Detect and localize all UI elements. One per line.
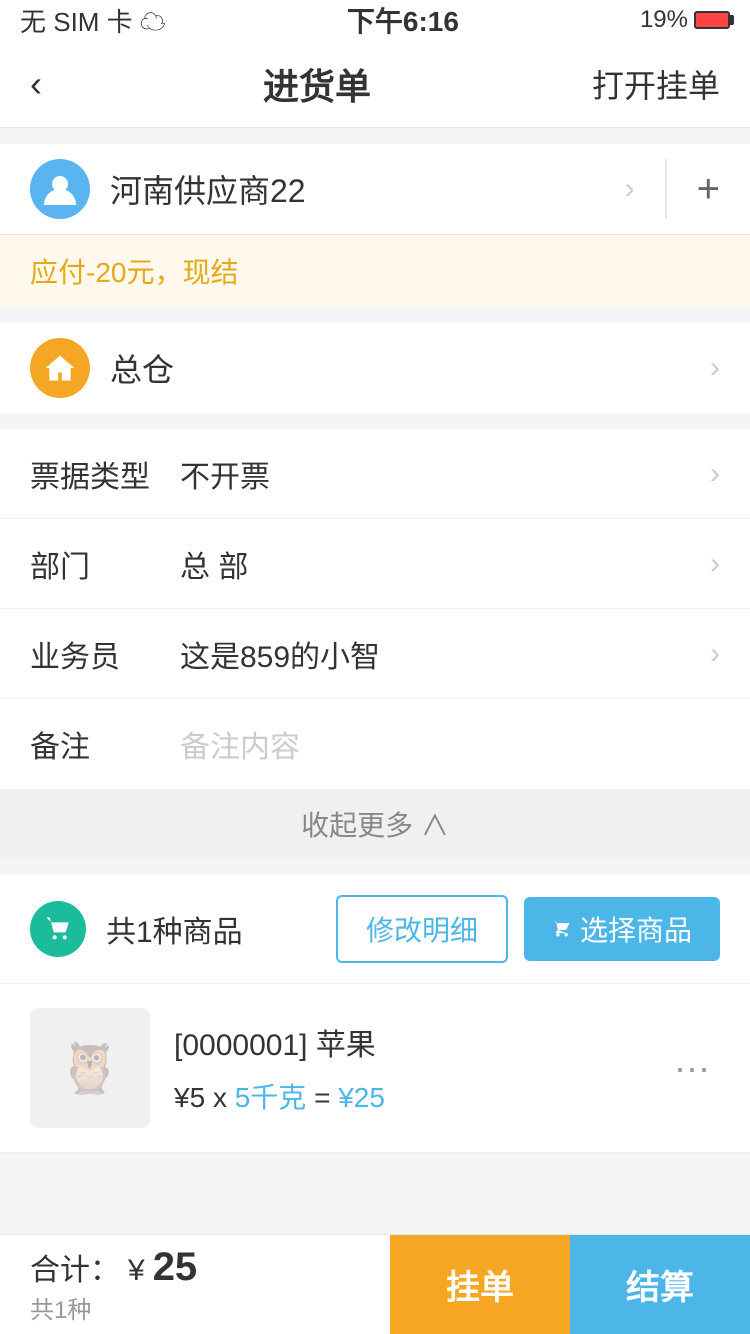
ticket-type-label: 票据类型: [30, 452, 150, 496]
collapse-bar[interactable]: 收起更多 ∧: [0, 789, 750, 859]
battery-percent: 19%: [640, 6, 688, 34]
page-title: 进货单: [263, 58, 371, 110]
add-supplier-button[interactable]: +: [697, 167, 720, 212]
equals-sign: =: [314, 1082, 338, 1113]
bottom-bar: 合计： ¥ 25 共1种 挂单 结算: [0, 1234, 750, 1334]
back-button[interactable]: ‹: [30, 63, 42, 105]
select-product-button[interactable]: 选择商品: [524, 897, 720, 961]
total-section: 合计： ¥ 25 共1种: [0, 1245, 390, 1325]
product-total: ¥25: [338, 1082, 385, 1113]
open-hang-button[interactable]: 打开挂单: [592, 61, 720, 107]
ticket-type-value: 不开票: [150, 452, 710, 496]
gap-4: [0, 859, 750, 875]
status-time: 下午6:16: [347, 0, 459, 40]
product-name: [0000001] 苹果: [174, 1020, 664, 1064]
product-more-button[interactable]: ···: [664, 1037, 720, 1099]
checkout-button[interactable]: 结算: [570, 1235, 750, 1334]
gap-1: [0, 128, 750, 144]
remark-input[interactable]: 备注内容: [150, 722, 720, 766]
status-bar: 无 SIM 卡 ☁ 下午6:16 19%: [0, 0, 750, 40]
gap-3: [0, 413, 750, 429]
supplier-avatar: [30, 159, 90, 219]
product-item: 🦉 [0000001] 苹果 ¥5 x 5千克 = ¥25 ···: [0, 984, 750, 1153]
gap-2: [0, 307, 750, 323]
product-code: [0000001]: [174, 1029, 307, 1062]
department-label: 部门: [30, 542, 150, 586]
total-amount: 25: [153, 1245, 198, 1290]
product-info: [0000001] 苹果 ¥5 x 5千克 = ¥25: [174, 1020, 664, 1116]
product-name-text: 苹果: [316, 1029, 376, 1062]
warehouse-section[interactable]: 总仓 ›: [0, 323, 750, 413]
status-right: 19%: [640, 6, 730, 34]
warehouse-arrow-icon: ›: [710, 351, 720, 385]
signal-text: 无 SIM 卡 ☁: [20, 2, 166, 39]
warehouse-name: 总仓: [110, 345, 710, 391]
hang-button[interactable]: 挂单: [390, 1235, 570, 1334]
product-icon: [30, 901, 86, 957]
supplier-name: 河南供应商22: [110, 166, 625, 212]
supplier-divider: [665, 159, 667, 219]
multiply-sign: x: [213, 1082, 235, 1113]
salesperson-label: 业务员: [30, 632, 150, 676]
unit-price: ¥5: [174, 1082, 205, 1113]
select-cart-icon: [552, 919, 572, 939]
remark-label: 备注: [30, 722, 150, 766]
department-arrow-icon: ›: [710, 547, 720, 581]
notice-bar: 应付-20元，现结: [0, 234, 750, 307]
collapse-label: 收起更多 ∧: [301, 804, 449, 844]
product-qty: 5千克: [235, 1082, 307, 1113]
ticket-type-row[interactable]: 票据类型 不开票 ›: [0, 429, 750, 519]
product-header: 共1种商品 修改明细 选择商品: [0, 875, 750, 984]
remark-row[interactable]: 备注 备注内容: [0, 699, 750, 789]
salesperson-value: 这是859的小智: [150, 632, 710, 676]
select-product-label: 选择商品: [580, 909, 692, 949]
total-label: 合计：: [30, 1245, 120, 1289]
department-value: 总 部: [150, 542, 710, 586]
total-symbol: ¥: [128, 1254, 145, 1288]
cart-icon: [43, 914, 73, 944]
total-sub: 共1种: [30, 1290, 360, 1325]
department-row[interactable]: 部门 总 部 ›: [0, 519, 750, 609]
product-price: ¥5 x 5千克 = ¥25: [174, 1076, 664, 1116]
warehouse-icon: [30, 338, 90, 398]
status-left: 无 SIM 卡 ☁: [20, 2, 166, 39]
supplier-arrow-icon: ›: [625, 172, 635, 206]
product-thumbnail: 🦉: [30, 1008, 150, 1128]
owl-logo-icon: 🦉: [59, 1039, 121, 1098]
person-icon: [42, 171, 78, 207]
home-icon: [44, 352, 76, 384]
salesperson-arrow-icon: ›: [710, 637, 720, 671]
modify-detail-button[interactable]: 修改明细: [336, 895, 508, 963]
salesperson-row[interactable]: 业务员 这是859的小智 ›: [0, 609, 750, 699]
supplier-section[interactable]: 河南供应商22 › +: [0, 144, 750, 234]
product-count: 共1种商品: [106, 907, 336, 951]
total-main: 合计： ¥ 25: [30, 1245, 360, 1290]
form-section: 票据类型 不开票 › 部门 总 部 › 业务员 这是859的小智 › 备注 备注…: [0, 429, 750, 789]
battery-icon: [694, 11, 730, 29]
ticket-type-arrow-icon: ›: [710, 457, 720, 491]
nav-bar: ‹ 进货单 打开挂单: [0, 40, 750, 128]
